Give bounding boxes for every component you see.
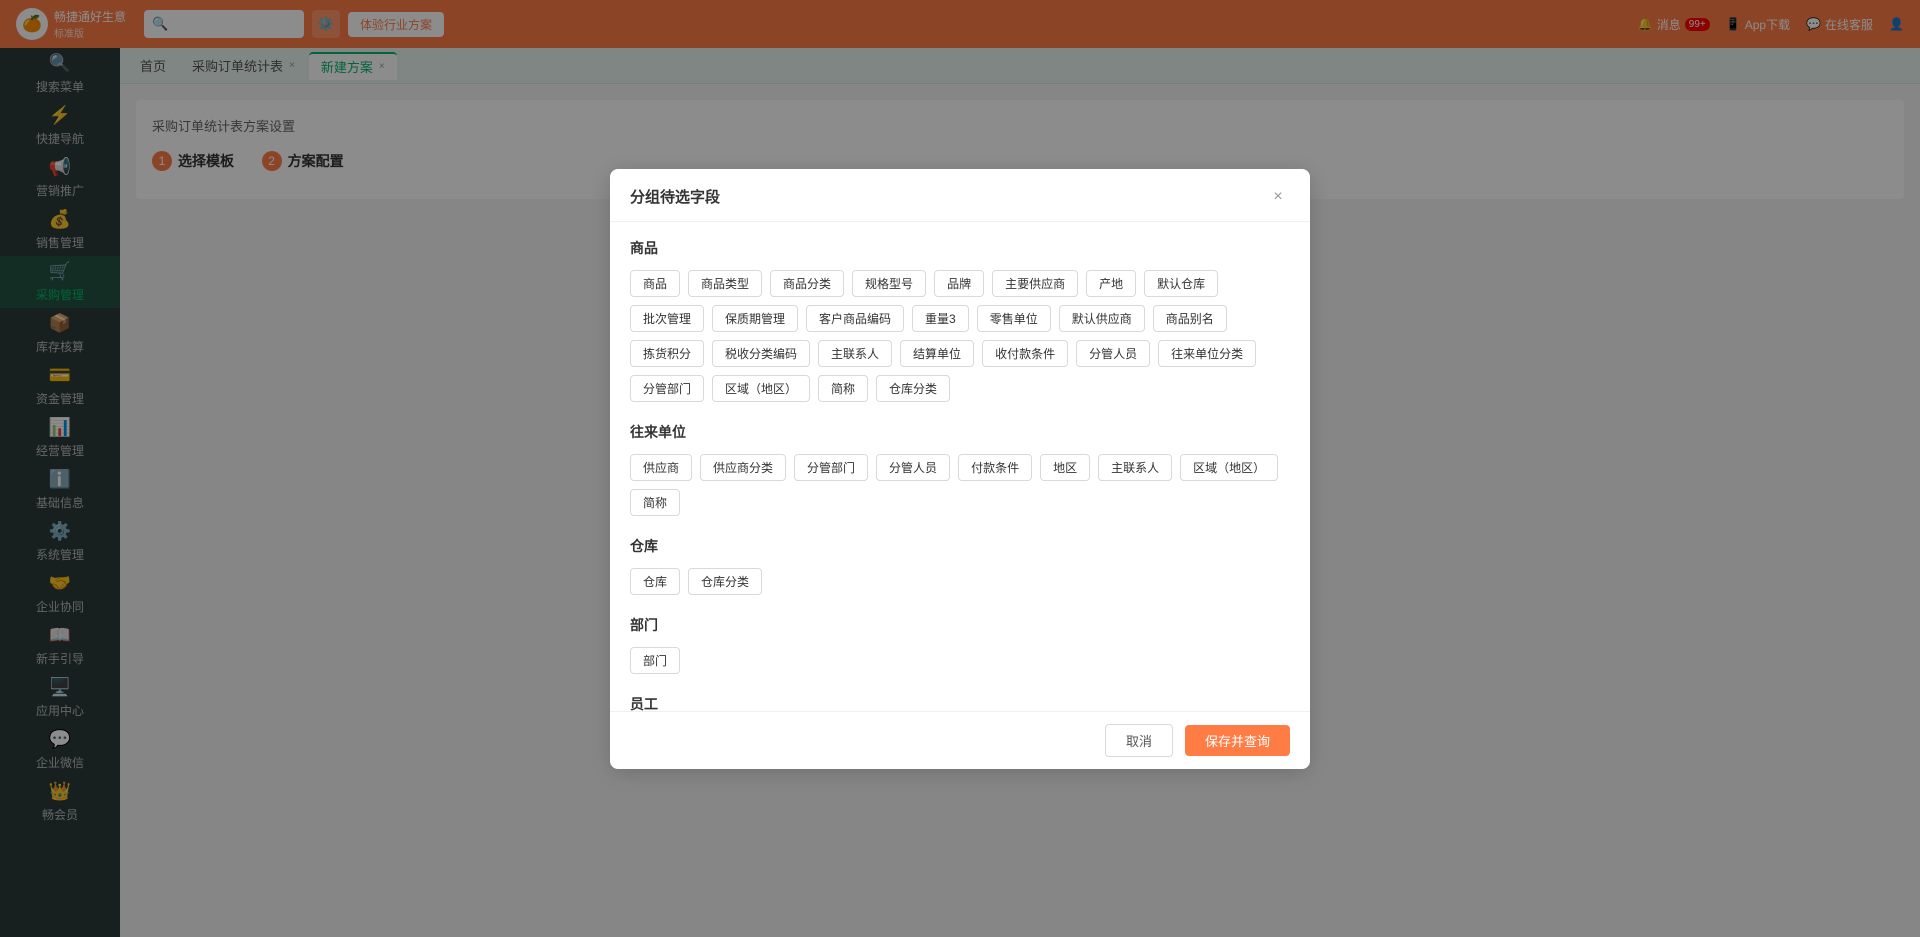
field-group-1: 往来单位供应商供应商分类分管部门分管人员付款条件地区主联系人区域（地区） 简称 (630, 422, 1290, 516)
field-tag-0-5[interactable]: 主要供应商 (992, 270, 1078, 297)
field-tag-2-0[interactable]: 仓库 (630, 568, 680, 595)
field-tags-0: 商品商品类型商品分类规格型号品牌主要供应商产地默认仓库批次管理保质期管理客户商品… (630, 270, 1290, 402)
field-tag-0-6[interactable]: 产地 (1086, 270, 1136, 297)
field-tag-1-8[interactable]: 简称 (630, 489, 680, 516)
field-tag-1-0[interactable]: 供应商 (630, 454, 692, 481)
field-tag-0-20[interactable]: 分管人员 (1076, 340, 1150, 367)
field-group-0: 商品商品商品类型商品分类规格型号品牌主要供应商产地默认仓库批次管理保质期管理客户… (630, 238, 1290, 402)
field-tag-0-16[interactable]: 税收分类编码 (712, 340, 810, 367)
field-tag-0-2[interactable]: 商品分类 (770, 270, 844, 297)
field-tag-0-12[interactable]: 零售单位 (977, 305, 1051, 332)
field-tag-1-6[interactable]: 主联系人 (1098, 454, 1172, 481)
field-tag-0-1[interactable]: 商品类型 (688, 270, 762, 297)
field-select-modal: 分组待选字段 × 商品商品商品类型商品分类规格型号品牌主要供应商产地默认仓库批次… (610, 169, 1310, 769)
field-tag-0-23[interactable]: 区域（地区） (712, 375, 810, 402)
field-tag-0-14[interactable]: 商品别名 (1153, 305, 1227, 332)
field-tag-0-8[interactable]: 批次管理 (630, 305, 704, 332)
modal-title: 分组待选字段 (630, 186, 720, 207)
field-tag-0-0[interactable]: 商品 (630, 270, 680, 297)
field-tag-0-7[interactable]: 默认仓库 (1144, 270, 1218, 297)
field-tag-0-11[interactable]: 重量3 (912, 305, 969, 332)
confirm-button[interactable]: 保存并查询 (1185, 725, 1290, 756)
field-tag-3-0[interactable]: 部门 (630, 647, 680, 674)
modal-footer: 取消 保存并查询 (610, 711, 1310, 769)
field-tag-0-21[interactable]: 往来单位分类 (1158, 340, 1256, 367)
field-group-4: 员工业务员 (630, 694, 1290, 711)
field-tags-2: 仓库仓库分类 (630, 568, 1290, 595)
cancel-button[interactable]: 取消 (1105, 724, 1173, 757)
field-tag-1-7[interactable]: 区域（地区） (1180, 454, 1278, 481)
field-tag-0-3[interactable]: 规格型号 (852, 270, 926, 297)
field-group-title-0: 商品 (630, 238, 1290, 258)
field-tag-0-9[interactable]: 保质期管理 (712, 305, 798, 332)
field-tag-1-5[interactable]: 地区 (1040, 454, 1090, 481)
field-group-title-2: 仓库 (630, 536, 1290, 556)
field-tag-0-25[interactable]: 仓库分类 (876, 375, 950, 402)
field-tag-0-24[interactable]: 简称 (818, 375, 868, 402)
field-group-title-1: 往来单位 (630, 422, 1290, 442)
modal-close-button[interactable]: × (1266, 185, 1290, 209)
field-tag-0-22[interactable]: 分管部门 (630, 375, 704, 402)
field-tag-1-4[interactable]: 付款条件 (958, 454, 1032, 481)
field-tag-1-1[interactable]: 供应商分类 (700, 454, 786, 481)
field-group-2: 仓库仓库仓库分类 (630, 536, 1290, 595)
modal-header: 分组待选字段 × (610, 169, 1310, 222)
field-tag-0-18[interactable]: 结算单位 (900, 340, 974, 367)
field-tag-0-4[interactable]: 品牌 (934, 270, 984, 297)
field-tag-1-3[interactable]: 分管人员 (876, 454, 950, 481)
field-tag-0-17[interactable]: 主联系人 (818, 340, 892, 367)
field-tags-3: 部门 (630, 647, 1290, 674)
field-group-3: 部门部门 (630, 615, 1290, 674)
field-group-title-3: 部门 (630, 615, 1290, 635)
modal-overlay: 分组待选字段 × 商品商品商品类型商品分类规格型号品牌主要供应商产地默认仓库批次… (0, 0, 1920, 937)
field-tag-2-1[interactable]: 仓库分类 (688, 568, 762, 595)
field-tag-0-13[interactable]: 默认供应商 (1059, 305, 1145, 332)
field-tag-0-15[interactable]: 拣货积分 (630, 340, 704, 367)
field-tag-1-2[interactable]: 分管部门 (794, 454, 868, 481)
field-tag-0-19[interactable]: 收付款条件 (982, 340, 1068, 367)
field-tags-1: 供应商供应商分类分管部门分管人员付款条件地区主联系人区域（地区） 简称 (630, 454, 1290, 516)
modal-body: 商品商品商品类型商品分类规格型号品牌主要供应商产地默认仓库批次管理保质期管理客户… (610, 222, 1310, 711)
field-group-title-4: 员工 (630, 694, 1290, 711)
field-tag-0-10[interactable]: 客户商品编码 (806, 305, 904, 332)
